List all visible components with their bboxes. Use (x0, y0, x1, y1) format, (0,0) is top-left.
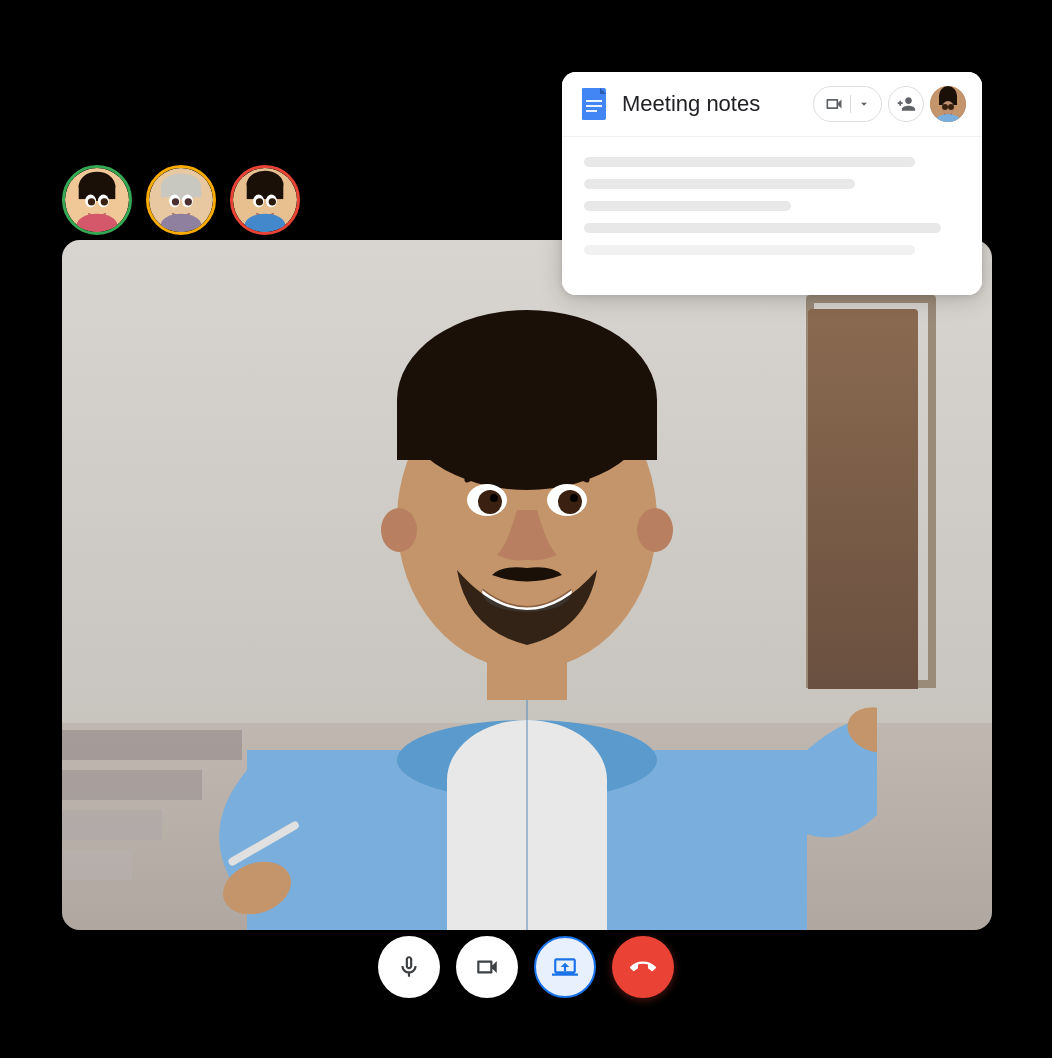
svg-rect-36 (161, 184, 201, 197)
video-camera-icon (824, 94, 844, 114)
participant-avatar-2[interactable] (146, 165, 216, 235)
svg-point-39 (172, 198, 179, 205)
dropdown-arrow-icon (857, 97, 871, 111)
svg-point-15 (637, 508, 673, 552)
microphone-icon (396, 954, 422, 980)
join-video-button[interactable] (813, 86, 882, 122)
content-line-5 (584, 245, 915, 255)
svg-point-61 (948, 104, 954, 110)
content-line-3 (584, 201, 791, 211)
svg-point-14 (381, 508, 417, 552)
participant-avatar-1[interactable] (62, 165, 132, 235)
add-person-icon (896, 94, 916, 114)
svg-rect-13 (397, 400, 657, 460)
svg-point-47 (256, 198, 263, 205)
svg-rect-28 (79, 184, 116, 199)
camera-button[interactable] (456, 936, 518, 998)
svg-point-20 (490, 494, 498, 502)
hangup-icon (630, 954, 656, 980)
hangup-button[interactable] (612, 936, 674, 998)
svg-point-60 (942, 104, 948, 110)
svg-point-19 (558, 490, 582, 514)
microphone-button[interactable] (378, 936, 440, 998)
content-line-4 (584, 223, 941, 233)
svg-point-31 (88, 198, 95, 205)
svg-point-40 (185, 198, 192, 205)
add-people-button[interactable] (888, 86, 924, 122)
present-screen-button[interactable] (534, 936, 596, 998)
content-line-1 (584, 157, 915, 167)
svg-rect-54 (586, 105, 602, 107)
docs-icon (578, 88, 610, 120)
svg-point-32 (101, 198, 108, 205)
svg-rect-2 (62, 810, 162, 840)
panel-content (562, 137, 982, 295)
scene: Meeting notes (0, 0, 1052, 1058)
person-in-call (177, 270, 877, 930)
camera-icon (474, 954, 500, 980)
content-line-2 (584, 179, 855, 189)
svg-point-18 (478, 490, 502, 514)
control-bar (378, 936, 674, 998)
meeting-notes-panel: Meeting notes (562, 72, 982, 295)
panel-header: Meeting notes (562, 72, 982, 137)
svg-rect-52 (582, 88, 600, 120)
svg-rect-55 (586, 110, 597, 112)
svg-rect-44 (247, 183, 284, 199)
user-avatar[interactable] (930, 86, 966, 122)
video-container (62, 240, 992, 930)
panel-title: Meeting notes (622, 91, 801, 117)
svg-rect-53 (586, 100, 602, 102)
svg-point-48 (269, 198, 276, 205)
participant-avatar-3[interactable] (230, 165, 300, 235)
panel-actions (813, 86, 966, 122)
present-icon (552, 954, 578, 980)
svg-point-21 (570, 494, 578, 502)
participants-row (62, 165, 300, 235)
svg-rect-3 (62, 850, 132, 880)
